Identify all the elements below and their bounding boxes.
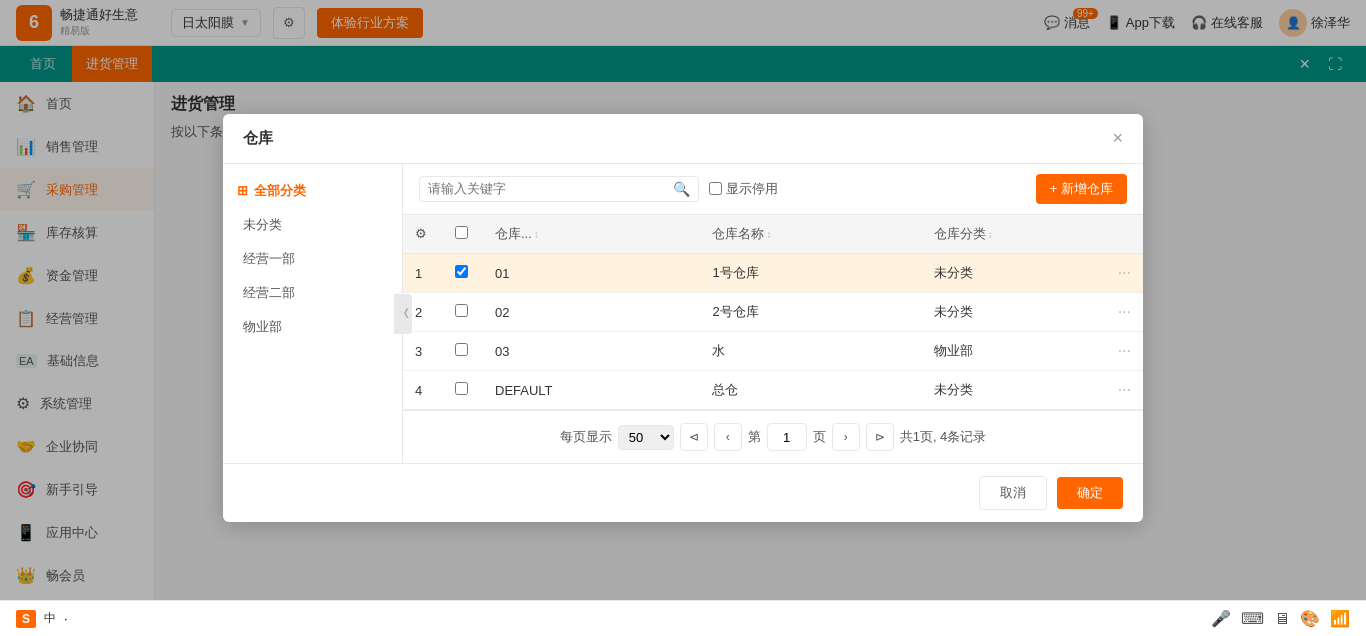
show-disabled-checkbox-label[interactable]: 显示停用: [709, 180, 778, 198]
row-name: 2号仓库: [700, 293, 921, 332]
confirm-button[interactable]: 确定: [1057, 477, 1123, 509]
first-page-button[interactable]: ⊲: [680, 423, 708, 451]
all-category-label: 全部分类: [254, 182, 306, 200]
search-input[interactable]: [428, 181, 673, 196]
table-settings-icon[interactable]: ⚙: [415, 226, 427, 241]
table-header-row: ⚙ 仓库...↕ 仓库名称↕ 仓库分类↕: [403, 215, 1143, 254]
table-body: 1 01 1号仓库 未分类··· 2 02 2号仓库 未分类··· 3 03 水…: [403, 253, 1143, 410]
palette-icon[interactable]: 🎨: [1300, 609, 1320, 628]
last-page-button[interactable]: ⊳: [866, 423, 894, 451]
row-code: DEFAULT: [483, 371, 700, 410]
category-item-property[interactable]: 物业部: [223, 310, 402, 344]
modal-title: 仓库: [243, 129, 273, 148]
select-all-checkbox[interactable]: [455, 226, 468, 239]
prev-page-button[interactable]: ‹: [714, 423, 742, 451]
grid-icon: ⊞: [237, 183, 248, 198]
table-row[interactable]: 2 02 2号仓库 未分类···: [403, 293, 1143, 332]
row-checkbox-cell: [443, 332, 483, 371]
data-table: ⚙ 仓库...↕ 仓库名称↕ 仓库分类↕ 1 01 1号仓库 未分类··· 2: [403, 215, 1143, 411]
add-warehouse-button[interactable]: + 新增仓库: [1036, 174, 1127, 204]
table-row[interactable]: 4 DEFAULT 总仓 未分类···: [403, 371, 1143, 410]
total-info: 共1页, 4条记录: [900, 428, 987, 446]
sort-category-icon: ↕: [988, 229, 993, 240]
warehouse-modal: 仓库 × ⊞ 全部分类 未分类 经营一部 经营二部 物业部 《: [223, 114, 1143, 523]
per-page-label: 每页显示: [560, 428, 612, 446]
row-checkbox-cell: [443, 253, 483, 293]
row-num: 3: [403, 332, 443, 371]
bottom-bar: S 中 · 🎤 ⌨ 🖥 🎨 📶: [0, 600, 1366, 636]
modal-overlay: 仓库 × ⊞ 全部分类 未分类 经营一部 经营二部 物业部 《: [0, 0, 1366, 636]
pagination: 每页显示 50 20 100 ⊲ ‹ 第 页 › ⊳ 共1页, 4条记录: [403, 410, 1143, 463]
row-name: 1号仓库: [700, 253, 921, 293]
per-page-select[interactable]: 50 20 100: [618, 425, 674, 450]
keyboard-icon[interactable]: ⌨: [1241, 609, 1264, 628]
row-actions-icon[interactable]: ···: [1118, 381, 1131, 399]
all-category-item[interactable]: ⊞ 全部分类: [223, 174, 402, 208]
table-row[interactable]: 1 01 1号仓库 未分类···: [403, 253, 1143, 293]
page-input[interactable]: [767, 423, 807, 451]
row-category: 未分类···: [922, 371, 1143, 410]
row-category: 物业部···: [922, 332, 1143, 371]
row-num: 4: [403, 371, 443, 410]
bottom-left: S 中 ·: [16, 610, 68, 628]
category-panel: ⊞ 全部分类 未分类 经营一部 经营二部 物业部 《: [223, 164, 403, 464]
modal-body: ⊞ 全部分类 未分类 经营一部 经营二部 物业部 《 🔍: [223, 164, 1143, 464]
row-num: 1: [403, 253, 443, 293]
th-name: 仓库名称↕: [700, 215, 921, 254]
next-page-button[interactable]: ›: [832, 423, 860, 451]
row-actions-icon[interactable]: ···: [1118, 264, 1131, 282]
category-item-uncategorized[interactable]: 未分类: [223, 208, 402, 242]
dot-separator: ·: [64, 611, 68, 626]
cancel-button[interactable]: 取消: [979, 476, 1047, 510]
collapse-panel-button[interactable]: 《: [394, 294, 412, 334]
show-disabled-checkbox[interactable]: [709, 182, 722, 195]
row-name: 水: [700, 332, 921, 371]
modal-header: 仓库 ×: [223, 114, 1143, 164]
warehouse-table: ⚙ 仓库...↕ 仓库名称↕ 仓库分类↕ 1 01 1号仓库 未分类··· 2: [403, 215, 1143, 411]
modal-footer: 取消 确定: [223, 463, 1143, 522]
row-actions-icon[interactable]: ···: [1118, 342, 1131, 360]
category-item-ops1[interactable]: 经营一部: [223, 242, 402, 276]
row-code: 02: [483, 293, 700, 332]
row-checkbox[interactable]: [455, 265, 468, 278]
row-category: 未分类···: [922, 293, 1143, 332]
row-code: 01: [483, 253, 700, 293]
row-category: 未分类···: [922, 254, 1143, 293]
row-name: 总仓: [700, 371, 921, 410]
signal-icon[interactable]: 📶: [1330, 609, 1350, 628]
search-icon[interactable]: 🔍: [673, 181, 690, 197]
sort-code-icon: ↕: [534, 229, 539, 240]
page-suffix: 页: [813, 428, 826, 446]
th-code: 仓库...↕: [483, 215, 700, 254]
row-checkbox[interactable]: [455, 343, 468, 356]
row-actions-icon[interactable]: ···: [1118, 303, 1131, 321]
th-category: 仓库分类↕: [922, 215, 1143, 254]
bottom-right: 🎤 ⌨ 🖥 🎨 📶: [1211, 609, 1350, 628]
s-logo: S: [16, 610, 36, 628]
modal-close-button[interactable]: ×: [1112, 128, 1123, 149]
lang-badge: 中: [44, 610, 56, 627]
show-disabled-label: 显示停用: [726, 180, 778, 198]
th-settings: ⚙: [403, 215, 443, 254]
microphone-icon[interactable]: 🎤: [1211, 609, 1231, 628]
sort-name-icon: ↕: [766, 229, 771, 240]
search-box: 🔍: [419, 176, 699, 202]
row-code: 03: [483, 332, 700, 371]
page-label: 第: [748, 428, 761, 446]
row-checkbox[interactable]: [455, 382, 468, 395]
row-checkbox-cell: [443, 293, 483, 332]
table-row[interactable]: 3 03 水 物业部···: [403, 332, 1143, 371]
category-item-ops2[interactable]: 经营二部: [223, 276, 402, 310]
row-checkbox-cell: [443, 371, 483, 410]
row-checkbox[interactable]: [455, 304, 468, 317]
th-checkbox: [443, 215, 483, 254]
table-panel: 🔍 显示停用 + 新增仓库 ⚙: [403, 164, 1143, 464]
monitor-icon[interactable]: 🖥: [1274, 610, 1290, 628]
table-toolbar: 🔍 显示停用 + 新增仓库: [403, 164, 1143, 215]
